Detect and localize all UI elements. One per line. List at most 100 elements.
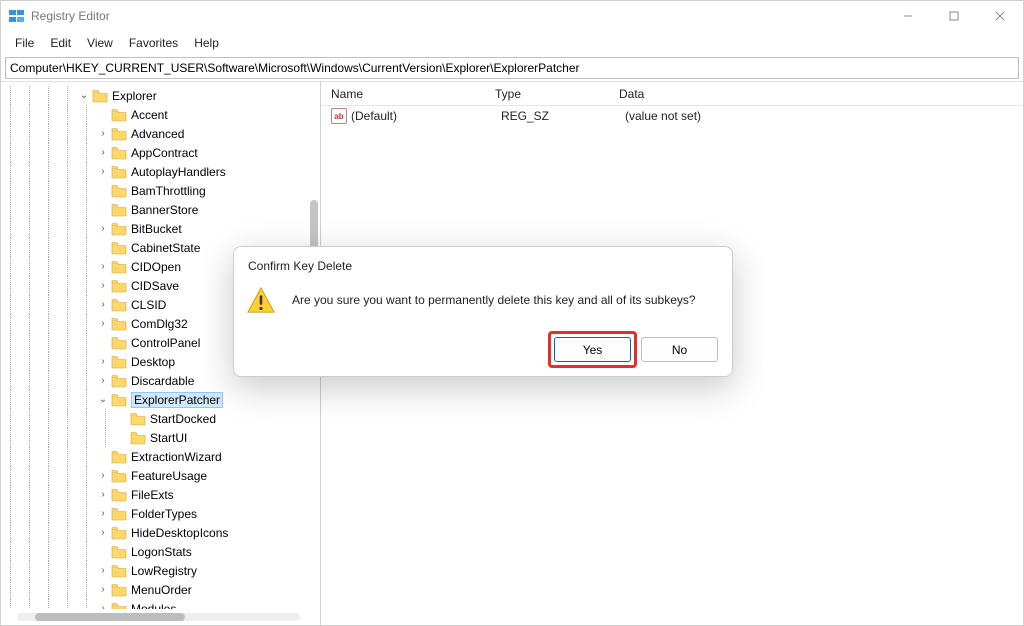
col-header-type[interactable]: Type (485, 87, 609, 101)
address-path: Computer\HKEY_CURRENT_USER\Software\Micr… (10, 61, 580, 75)
folder-icon (111, 260, 127, 274)
menu-file[interactable]: File (7, 34, 42, 52)
tree-item-label: MenuOrder (131, 583, 192, 597)
tree-item[interactable]: LogonStats (1, 542, 320, 561)
tree-item-label: Explorer (112, 89, 157, 103)
tree-toggle-none (96, 336, 110, 350)
maximize-button[interactable] (931, 1, 977, 31)
tree-item[interactable]: ›FeatureUsage (1, 466, 320, 485)
tree-toggle-closed[interactable]: › (96, 488, 110, 502)
tree-toggle-closed[interactable]: › (96, 222, 110, 236)
folder-icon (111, 317, 127, 331)
tree-item[interactable]: BamThrottling (1, 181, 320, 200)
menu-view[interactable]: View (79, 34, 121, 52)
value-data: (value not set) (615, 109, 1023, 123)
list-header: Name Type Data (321, 82, 1023, 106)
tree-item[interactable]: StartUI (1, 428, 320, 447)
folder-icon (111, 165, 127, 179)
folder-icon (111, 127, 127, 141)
tree-toggle-closed[interactable]: › (96, 146, 110, 160)
folder-icon (92, 89, 108, 103)
tree-toggle-none (96, 450, 110, 464)
yes-button[interactable]: Yes (554, 337, 631, 362)
tree-item[interactable]: ›AppContract (1, 143, 320, 162)
tree-item[interactable]: ›HideDesktopIcons (1, 523, 320, 542)
tree-item-label: Discardable (131, 374, 194, 388)
folder-icon (111, 146, 127, 160)
no-button[interactable]: No (641, 337, 718, 362)
tree-item[interactable]: ⌄ ExplorerPatcher (1, 390, 320, 409)
titlebar: Registry Editor (1, 1, 1023, 31)
tree-item[interactable]: ›BitBucket (1, 219, 320, 238)
tree-item-label: Desktop (131, 355, 175, 369)
folder-icon (111, 469, 127, 483)
tree-toggle-closed[interactable]: › (96, 279, 110, 293)
tree-toggle-none (96, 241, 110, 255)
tree-item-label: LowRegistry (131, 564, 197, 578)
menubar: File Edit View Favorites Help (1, 31, 1023, 55)
tree-toggle-closed[interactable]: › (96, 602, 110, 610)
tree-item[interactable]: StartDocked (1, 409, 320, 428)
folder-icon (111, 564, 127, 578)
tree-toggle-closed[interactable]: › (96, 127, 110, 141)
tree-toggle-closed[interactable]: › (96, 355, 110, 369)
tree-toggle-none (115, 431, 129, 445)
tree-toggle-open[interactable]: ⌄ (96, 393, 110, 407)
folder-icon (111, 241, 127, 255)
folder-icon (111, 203, 127, 217)
tree-item-label: ExplorerPatcher (131, 392, 223, 408)
col-header-data[interactable]: Data (609, 87, 1023, 101)
tree-item[interactable]: Accent (1, 105, 320, 124)
tree-horizontal-scrollbar[interactable] (17, 613, 300, 621)
list-row[interactable]: ab (Default) REG_SZ (value not set) (321, 106, 1023, 126)
tree-item[interactable]: ›Modules (1, 599, 320, 609)
tree-item-label: CIDOpen (131, 260, 181, 274)
tree-toggle-closed[interactable]: › (96, 583, 110, 597)
menu-help[interactable]: Help (186, 34, 227, 52)
close-button[interactable] (977, 1, 1023, 31)
tree-item[interactable]: BannerStore (1, 200, 320, 219)
folder-icon (111, 298, 127, 312)
folder-icon (111, 507, 127, 521)
tree-toggle-closed[interactable]: › (96, 317, 110, 331)
tree-item[interactable]: › MenuOrder (1, 580, 320, 599)
tree-toggle-closed[interactable]: › (96, 260, 110, 274)
menu-edit[interactable]: Edit (42, 34, 79, 52)
tree-toggle-none (96, 203, 110, 217)
col-header-name[interactable]: Name (321, 87, 485, 101)
value-name: (Default) (351, 109, 491, 123)
tree-item[interactable]: ›Advanced (1, 124, 320, 143)
tree-toggle-closed[interactable]: › (96, 374, 110, 388)
tree-item-label: StartDocked (150, 412, 216, 426)
tree-item[interactable]: ›AutoplayHandlers (1, 162, 320, 181)
address-bar[interactable]: Computer\HKEY_CURRENT_USER\Software\Micr… (5, 57, 1019, 79)
tree-toggle-closed[interactable]: › (96, 507, 110, 521)
tree-item-label: StartUI (150, 431, 187, 445)
folder-icon (111, 545, 127, 559)
tree-item[interactable]: › LowRegistry (1, 561, 320, 580)
tree-item-label: FileExts (131, 488, 174, 502)
folder-icon (111, 374, 127, 388)
tree-item-label: BamThrottling (131, 184, 206, 198)
tree-item[interactable]: › FolderTypes (1, 504, 320, 523)
tree-toggle-closed[interactable]: › (96, 526, 110, 540)
dialog-title: Confirm Key Delete (234, 247, 732, 279)
tree-toggle-closed[interactable]: › (96, 564, 110, 578)
tree-item-label: Accent (131, 108, 168, 122)
tree-item-label: CabinetState (131, 241, 200, 255)
confirm-dialog: Confirm Key Delete Are you sure you want… (233, 246, 733, 377)
tree-toggle-open[interactable]: ⌄ (77, 89, 91, 103)
tree-item[interactable]: ExtractionWizard (1, 447, 320, 466)
tree-toggle-closed[interactable]: › (96, 469, 110, 483)
tree-item[interactable]: › FileExts (1, 485, 320, 504)
tree-toggle-closed[interactable]: › (96, 165, 110, 179)
folder-icon (111, 355, 127, 369)
menu-favorites[interactable]: Favorites (121, 34, 186, 52)
minimize-button[interactable] (885, 1, 931, 31)
tree-item-label: FolderTypes (131, 507, 197, 521)
tree-toggle-closed[interactable]: › (96, 298, 110, 312)
tree-item-label: CIDSave (131, 279, 179, 293)
tree-item[interactable]: ⌄ Explorer (1, 86, 320, 105)
tree-item-label: ComDlg32 (131, 317, 188, 331)
folder-icon (111, 184, 127, 198)
